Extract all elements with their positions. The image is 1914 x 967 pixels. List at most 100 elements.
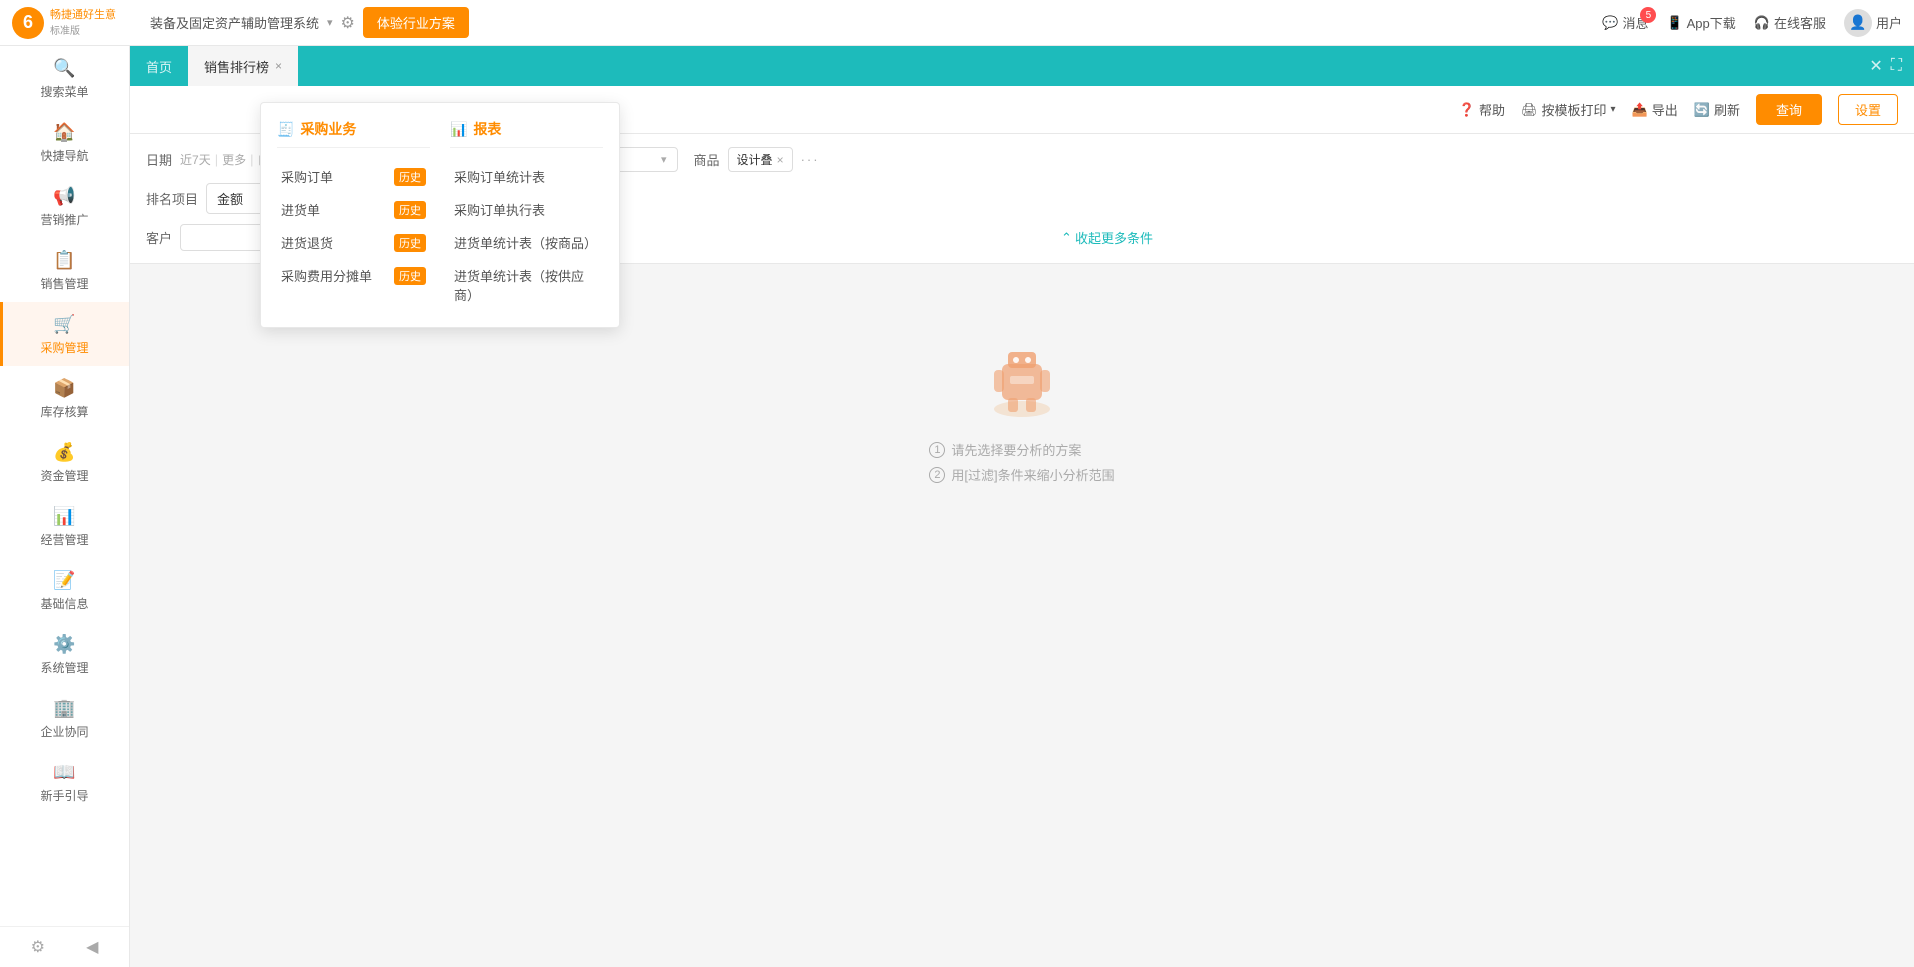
sidebar-item-operations[interactable]: 📊 经营管理	[0, 494, 129, 558]
content-area: 首页 销售排行榜 × ✕ ⛶ ❓ 帮助	[130, 46, 1914, 967]
goods-return-item[interactable]: 进货退货 历史	[277, 226, 430, 259]
app-download-action[interactable]: 📱 App下载	[1666, 13, 1735, 32]
goods-stat-by-supplier-item[interactable]: 进货单统计表（按供应商）	[450, 259, 603, 311]
goods-tag-close-icon[interactable]: ×	[777, 153, 784, 167]
report-title-icon: 📊	[450, 121, 467, 138]
main-layout: 🔍 搜索菜单 🏠 快捷导航 📢 营销推广 📋 销售管理 🛒 采购管理 📦	[0, 46, 1914, 967]
sidebar-item-quick-nav[interactable]: 🏠 快捷导航	[0, 110, 129, 174]
tab-home[interactable]: 首页	[130, 46, 188, 86]
sidebar: 🔍 搜索菜单 🏠 快捷导航 📢 营销推广 📋 销售管理 🛒 采购管理 📦	[0, 46, 130, 967]
sidebar-collapse-icon[interactable]: ◀	[86, 937, 98, 957]
sidebar-item-enterprise[interactable]: 🏢 企业协同	[0, 686, 129, 750]
purchase-order-stat-item[interactable]: 采购订单统计表	[450, 160, 603, 193]
goods-label: 商品	[694, 150, 720, 169]
user-action[interactable]: 👤 用户	[1844, 9, 1902, 37]
settings-icon[interactable]: ⚙	[341, 13, 355, 33]
sidebar-settings-icon[interactable]: ⚙	[31, 937, 45, 957]
collapse-button[interactable]: ⌃ 收起更多条件	[1061, 228, 1153, 247]
top-right-actions: 💬 消息 5 📱 App下载 🎧 在线客服 👤 用户	[1602, 9, 1902, 37]
phone-icon: 📱	[1666, 15, 1682, 31]
query-button[interactable]: 查询	[1756, 94, 1822, 125]
print-button[interactable]: 🖨 按模板打印 ▾	[1521, 100, 1616, 119]
purchase-order-exec-item[interactable]: 采购订单执行表	[450, 193, 603, 226]
content-scroll: 1 请先选择要分析的方案 2 用[过滤]条件来缩小分析范围	[130, 264, 1914, 967]
date-label: 日期	[146, 150, 172, 169]
online-service-action[interactable]: 🎧 在线客服	[1754, 13, 1826, 32]
sidebar-item-system[interactable]: ⚙️ 系统管理	[0, 622, 129, 686]
avatar: 👤	[1844, 9, 1872, 37]
sidebar-item-label: 营销推广	[40, 211, 88, 228]
sidebar-item-label: 销售管理	[40, 275, 88, 292]
sidebar-item-label: 基础信息	[40, 595, 88, 612]
sidebar-item-finance[interactable]: 💰 资金管理	[0, 430, 129, 494]
purchase-title-icon: 🧾	[277, 121, 294, 138]
date-quick-7days[interactable]: 近7天	[180, 151, 211, 168]
history-tag: 历史	[394, 201, 426, 219]
purchase-order-item[interactable]: 采购订单 历史	[277, 160, 430, 193]
sidebar-item-label: 经营管理	[40, 531, 88, 548]
help-button[interactable]: ❓ 帮助	[1459, 100, 1505, 119]
tabs-right-actions: ✕ ⛶	[1869, 56, 1914, 76]
sidebar-item-search[interactable]: 🔍 搜索菜单	[0, 46, 129, 110]
bill-status-arrow-icon: ▾	[661, 153, 667, 166]
purchase-expense-item[interactable]: 采购费用分摊单 历史	[277, 259, 430, 292]
sidebar-item-purchase[interactable]: 🛒 采购管理	[0, 302, 129, 366]
message-icon: 💬	[1602, 15, 1618, 31]
refresh-icon: 🔄	[1694, 102, 1710, 118]
date-quick-more[interactable]: 更多	[222, 151, 246, 168]
empty-step-1: 1 请先选择要分析的方案	[929, 440, 1114, 459]
history-tag: 历史	[394, 267, 426, 285]
search-icon: 🔍	[53, 58, 75, 79]
goods-receipt-item[interactable]: 进货单 历史	[277, 193, 430, 226]
export-button[interactable]: 📤 导出	[1632, 100, 1678, 119]
sidebar-item-basic-info[interactable]: 📝 基础信息	[0, 558, 129, 622]
sidebar-item-label: 采购管理	[40, 339, 88, 356]
dropdown-arrow-icon[interactable]: ▾	[327, 16, 333, 29]
sidebar-bottom: ⚙ ◀	[0, 926, 129, 967]
user-label: 用户	[1876, 13, 1902, 32]
goods-filter-dots[interactable]: ···	[801, 152, 820, 167]
top-bar: 6 畅捷通好生意 标准版 装备及固定资产辅助管理系统 ▾ ⚙ 体验行业方案 💬 …	[0, 0, 1914, 46]
enterprise-icon: 🏢	[53, 698, 75, 719]
sidebar-item-guide[interactable]: 📖 新手引导	[0, 750, 129, 814]
report-col: 📊 报表 采购订单统计表 采购订单执行表 进货单统计表（按商品） 进货单统计表（…	[450, 119, 603, 311]
report-title: 📊 报表	[450, 119, 603, 148]
purchase-icon: 🛒	[53, 314, 75, 335]
message-action[interactable]: 💬 消息 5	[1602, 13, 1648, 32]
print-icon: 🖨	[1521, 102, 1538, 118]
sidebar-item-sales[interactable]: 📋 销售管理	[0, 238, 129, 302]
goods-stat-by-goods-item[interactable]: 进货单统计表（按商品）	[450, 226, 603, 259]
history-tag: 历史	[394, 234, 426, 252]
goods-tag: 设计叠 ×	[728, 147, 793, 172]
logo-badge: 标准版	[50, 22, 116, 37]
empty-step-2: 2 用[过滤]条件来缩小分析范围	[929, 465, 1114, 484]
sidebar-item-label: 资金管理	[40, 467, 88, 484]
app-download-label: App下载	[1687, 13, 1736, 32]
marketing-icon: 📢	[53, 186, 75, 207]
operations-icon: 📊	[53, 506, 75, 527]
logo-area: 6 畅捷通好生意 标准版	[12, 7, 142, 39]
logo-icon: 6	[12, 7, 44, 39]
refresh-button[interactable]: 🔄 刷新	[1694, 100, 1740, 119]
tab-close-all-icon[interactable]: ✕	[1869, 56, 1882, 76]
settings-button[interactable]: 设置	[1838, 94, 1898, 125]
goods-filter: 商品 设计叠 × ···	[694, 147, 820, 172]
tab-close-icon[interactable]: ×	[275, 59, 282, 73]
industry-button[interactable]: 体验行业方案	[363, 7, 469, 38]
help-icon: ❓	[1459, 102, 1475, 118]
empty-illustration	[972, 324, 1072, 424]
tab-sales-rank[interactable]: 销售排行榜 ×	[188, 46, 298, 86]
sidebar-item-label: 搜索菜单	[40, 83, 88, 100]
inventory-icon: 📦	[53, 378, 75, 399]
home-icon: 🏠	[53, 122, 75, 143]
tab-expand-icon[interactable]: ⛶	[1891, 57, 1902, 75]
purchase-business-col: 🧾 采购业务 采购订单 历史 进货单 历史 进货退货 历史	[277, 119, 430, 311]
sidebar-item-marketing[interactable]: 📢 营销推广	[0, 174, 129, 238]
sidebar-item-label: 库存核算	[40, 403, 88, 420]
app-layout: 6 畅捷通好生意 标准版 装备及固定资产辅助管理系统 ▾ ⚙ 体验行业方案 💬 …	[0, 0, 1914, 967]
finance-icon: 💰	[53, 442, 75, 463]
sidebar-item-inventory[interactable]: 📦 库存核算	[0, 366, 129, 430]
rank-label: 排名项目	[146, 189, 198, 208]
purchase-dropdown-menu: 🧾 采购业务 采购订单 历史 进货单 历史 进货退货 历史	[260, 102, 620, 328]
system-title-area: 装备及固定资产辅助管理系统 ▾ ⚙ 体验行业方案	[142, 7, 1602, 38]
